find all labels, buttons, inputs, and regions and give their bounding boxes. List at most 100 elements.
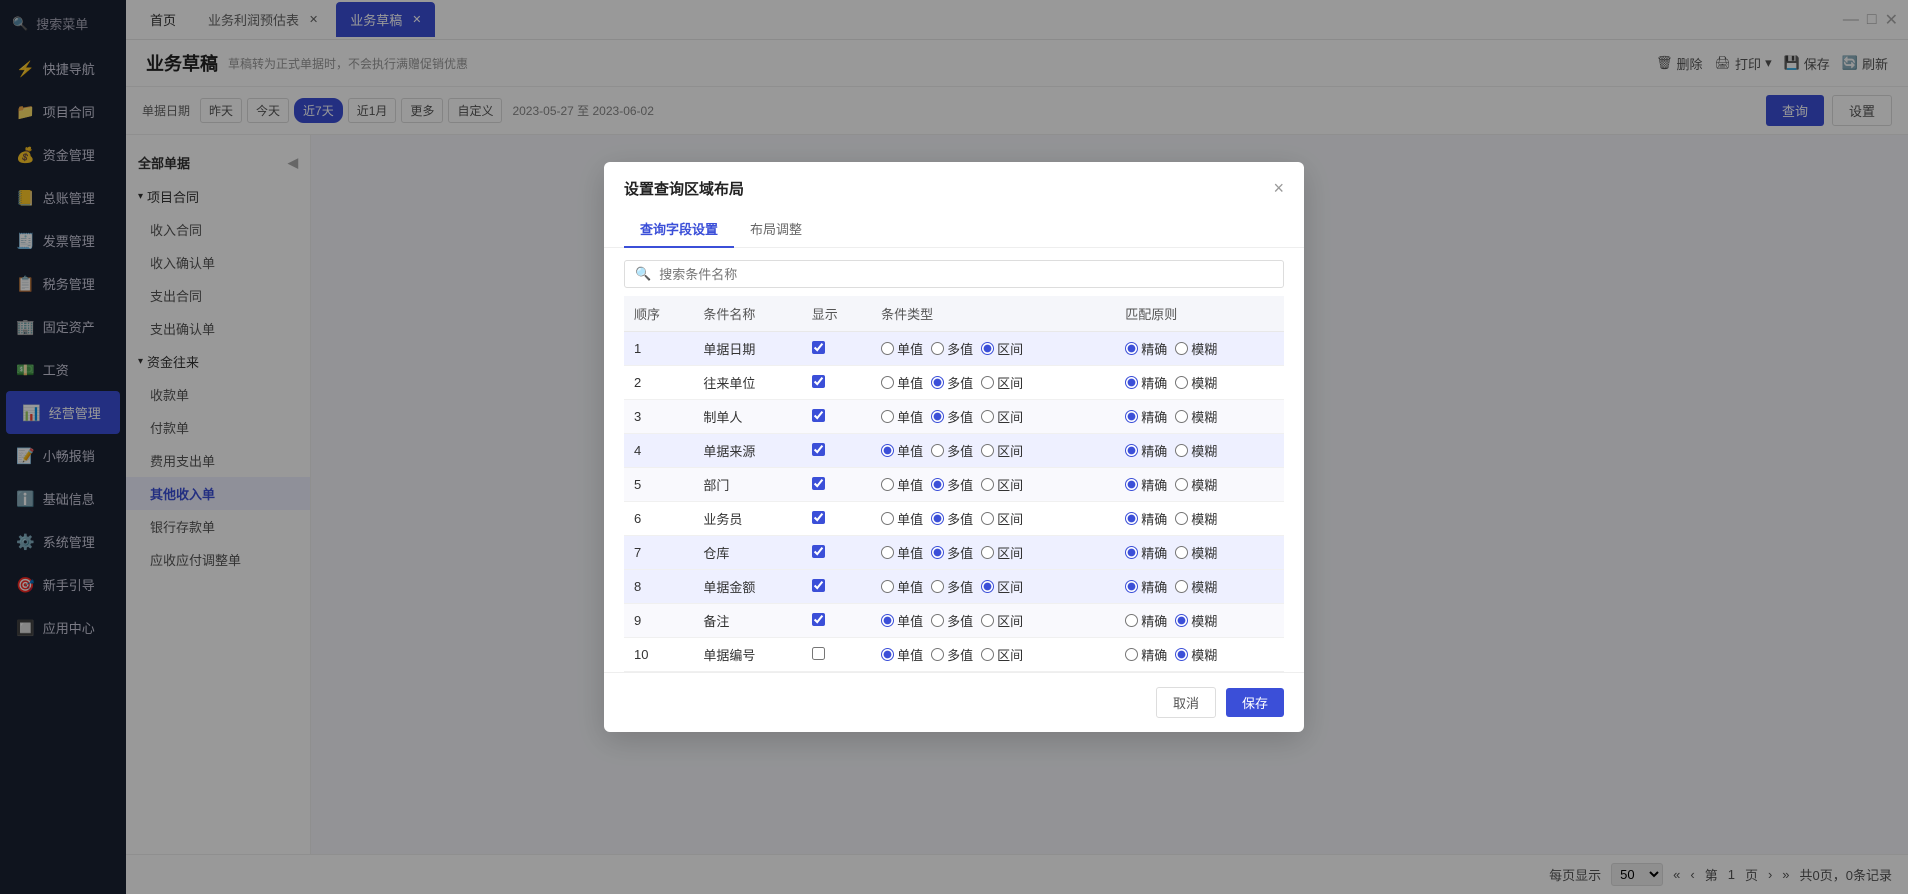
row-type-8[interactable]: 单值 多值 区间 [871, 570, 1115, 604]
radio-exact-6[interactable]: 精确 [1125, 509, 1167, 528]
radio-range-5[interactable]: 区间 [981, 475, 1023, 494]
radio-exact-10[interactable]: 精确 [1125, 645, 1167, 664]
radio-multi-6[interactable]: 多值 [931, 509, 973, 528]
row-type-7[interactable]: 单值 多值 区间 [871, 536, 1115, 570]
radio-single-8[interactable]: 单值 [881, 577, 923, 596]
radio-multi-7[interactable]: 多值 [931, 543, 973, 562]
row-show-3[interactable] [802, 400, 871, 434]
row-match-10[interactable]: 精确 模糊 [1115, 638, 1284, 672]
row-show-9[interactable] [802, 604, 871, 638]
row-match-9[interactable]: 精确 模糊 [1115, 604, 1284, 638]
row-type-10[interactable]: 单值 多值 区间 [871, 638, 1115, 672]
row-type-2[interactable]: 单值 多值 区间 [871, 366, 1115, 400]
show-checkbox-10[interactable] [812, 647, 825, 660]
row-match-7[interactable]: 精确 模糊 [1115, 536, 1284, 570]
radio-fuzzy-3[interactable]: 模糊 [1175, 407, 1217, 426]
radio-fuzzy-8[interactable]: 模糊 [1175, 577, 1217, 596]
radio-exact-5[interactable]: 精确 [1125, 475, 1167, 494]
radio-range-3[interactable]: 区间 [981, 407, 1023, 426]
show-checkbox-2[interactable] [812, 375, 825, 388]
row-show-5[interactable] [802, 468, 871, 502]
radio-multi-1[interactable]: 多值 [931, 339, 973, 358]
radio-exact-7[interactable]: 精确 [1125, 543, 1167, 562]
radio-exact-1[interactable]: 精确 [1125, 339, 1167, 358]
show-checkbox-7[interactable] [812, 545, 825, 558]
radio-range-8[interactable]: 区间 [981, 577, 1023, 596]
dialog-tab-query-fields[interactable]: 查询字段设置 [624, 211, 734, 248]
radio-range-10[interactable]: 区间 [981, 645, 1023, 664]
row-type-4[interactable]: 单值 多值 区间 [871, 434, 1115, 468]
radio-multi-10[interactable]: 多值 [931, 645, 973, 664]
radio-single-7[interactable]: 单值 [881, 543, 923, 562]
row-match-4[interactable]: 精确 模糊 [1115, 434, 1284, 468]
radio-single-4[interactable]: 单值 [881, 441, 923, 460]
show-checkbox-3[interactable] [812, 409, 825, 422]
radio-multi-2[interactable]: 多值 [931, 373, 973, 392]
radio-exact-3[interactable]: 精确 [1125, 407, 1167, 426]
row-match-1[interactable]: 精确 模糊 [1115, 332, 1284, 366]
row-name-4: 单据来源 [693, 434, 801, 468]
radio-fuzzy-2[interactable]: 模糊 [1175, 373, 1217, 392]
row-type-9[interactable]: 单值 多值 区间 [871, 604, 1115, 638]
row-show-1[interactable] [802, 332, 871, 366]
row-match-8[interactable]: 精确 模糊 [1115, 570, 1284, 604]
radio-range-9[interactable]: 区间 [981, 611, 1023, 630]
dialog-close-button[interactable]: × [1273, 178, 1284, 199]
radio-fuzzy-7[interactable]: 模糊 [1175, 543, 1217, 562]
radio-multi-4[interactable]: 多值 [931, 441, 973, 460]
row-match-6[interactable]: 精确 模糊 [1115, 502, 1284, 536]
save-button[interactable]: 保存 [1226, 688, 1284, 717]
row-type-5[interactable]: 单值 多值 区间 [871, 468, 1115, 502]
radio-fuzzy-10[interactable]: 模糊 [1175, 645, 1217, 664]
row-type-1[interactable]: 单值 多值 区间 [871, 332, 1115, 366]
row-match-2[interactable]: 精确 模糊 [1115, 366, 1284, 400]
row-match-5[interactable]: 精确 模糊 [1115, 468, 1284, 502]
table-row: 7仓库 单值 多值 区间 精确 模糊 [624, 536, 1284, 570]
radio-single-10[interactable]: 单值 [881, 645, 923, 664]
radio-exact-2[interactable]: 精确 [1125, 373, 1167, 392]
row-show-6[interactable] [802, 502, 871, 536]
show-checkbox-9[interactable] [812, 613, 825, 626]
radio-multi-3[interactable]: 多值 [931, 407, 973, 426]
dialog-tabs: 查询字段设置布局调整 [604, 199, 1304, 248]
show-checkbox-4[interactable] [812, 443, 825, 456]
radio-range-7[interactable]: 区间 [981, 543, 1023, 562]
row-show-8[interactable] [802, 570, 871, 604]
show-checkbox-1[interactable] [812, 341, 825, 354]
row-match-3[interactable]: 精确 模糊 [1115, 400, 1284, 434]
show-checkbox-5[interactable] [812, 477, 825, 490]
radio-single-1[interactable]: 单值 [881, 339, 923, 358]
row-show-4[interactable] [802, 434, 871, 468]
radio-single-9[interactable]: 单值 [881, 611, 923, 630]
radio-range-2[interactable]: 区间 [981, 373, 1023, 392]
radio-range-4[interactable]: 区间 [981, 441, 1023, 460]
row-show-2[interactable] [802, 366, 871, 400]
show-checkbox-8[interactable] [812, 579, 825, 592]
radio-fuzzy-9[interactable]: 模糊 [1175, 611, 1217, 630]
dialog-search-input[interactable] [659, 267, 1273, 282]
radio-single-3[interactable]: 单值 [881, 407, 923, 426]
radio-single-5[interactable]: 单值 [881, 475, 923, 494]
row-type-6[interactable]: 单值 多值 区间 [871, 502, 1115, 536]
radio-fuzzy-5[interactable]: 模糊 [1175, 475, 1217, 494]
radio-multi-9[interactable]: 多值 [931, 611, 973, 630]
radio-single-2[interactable]: 单值 [881, 373, 923, 392]
radio-fuzzy-1[interactable]: 模糊 [1175, 339, 1217, 358]
show-checkbox-6[interactable] [812, 511, 825, 524]
row-show-10[interactable] [802, 638, 871, 672]
row-show-7[interactable] [802, 536, 871, 570]
row-type-3[interactable]: 单值 多值 区间 [871, 400, 1115, 434]
radio-exact-4[interactable]: 精确 [1125, 441, 1167, 460]
radio-range-1[interactable]: 区间 [981, 339, 1023, 358]
dialog-tab-layout-adjust[interactable]: 布局调整 [734, 211, 818, 248]
radio-exact-8[interactable]: 精确 [1125, 577, 1167, 596]
cancel-button[interactable]: 取消 [1156, 687, 1216, 718]
radio-multi-5[interactable]: 多值 [931, 475, 973, 494]
radio-range-6[interactable]: 区间 [981, 509, 1023, 528]
radio-exact-9[interactable]: 精确 [1125, 611, 1167, 630]
radio-single-6[interactable]: 单值 [881, 509, 923, 528]
radio-multi-8[interactable]: 多值 [931, 577, 973, 596]
radio-fuzzy-6[interactable]: 模糊 [1175, 509, 1217, 528]
dialog-search-box[interactable]: 🔍 [624, 260, 1284, 288]
radio-fuzzy-4[interactable]: 模糊 [1175, 441, 1217, 460]
